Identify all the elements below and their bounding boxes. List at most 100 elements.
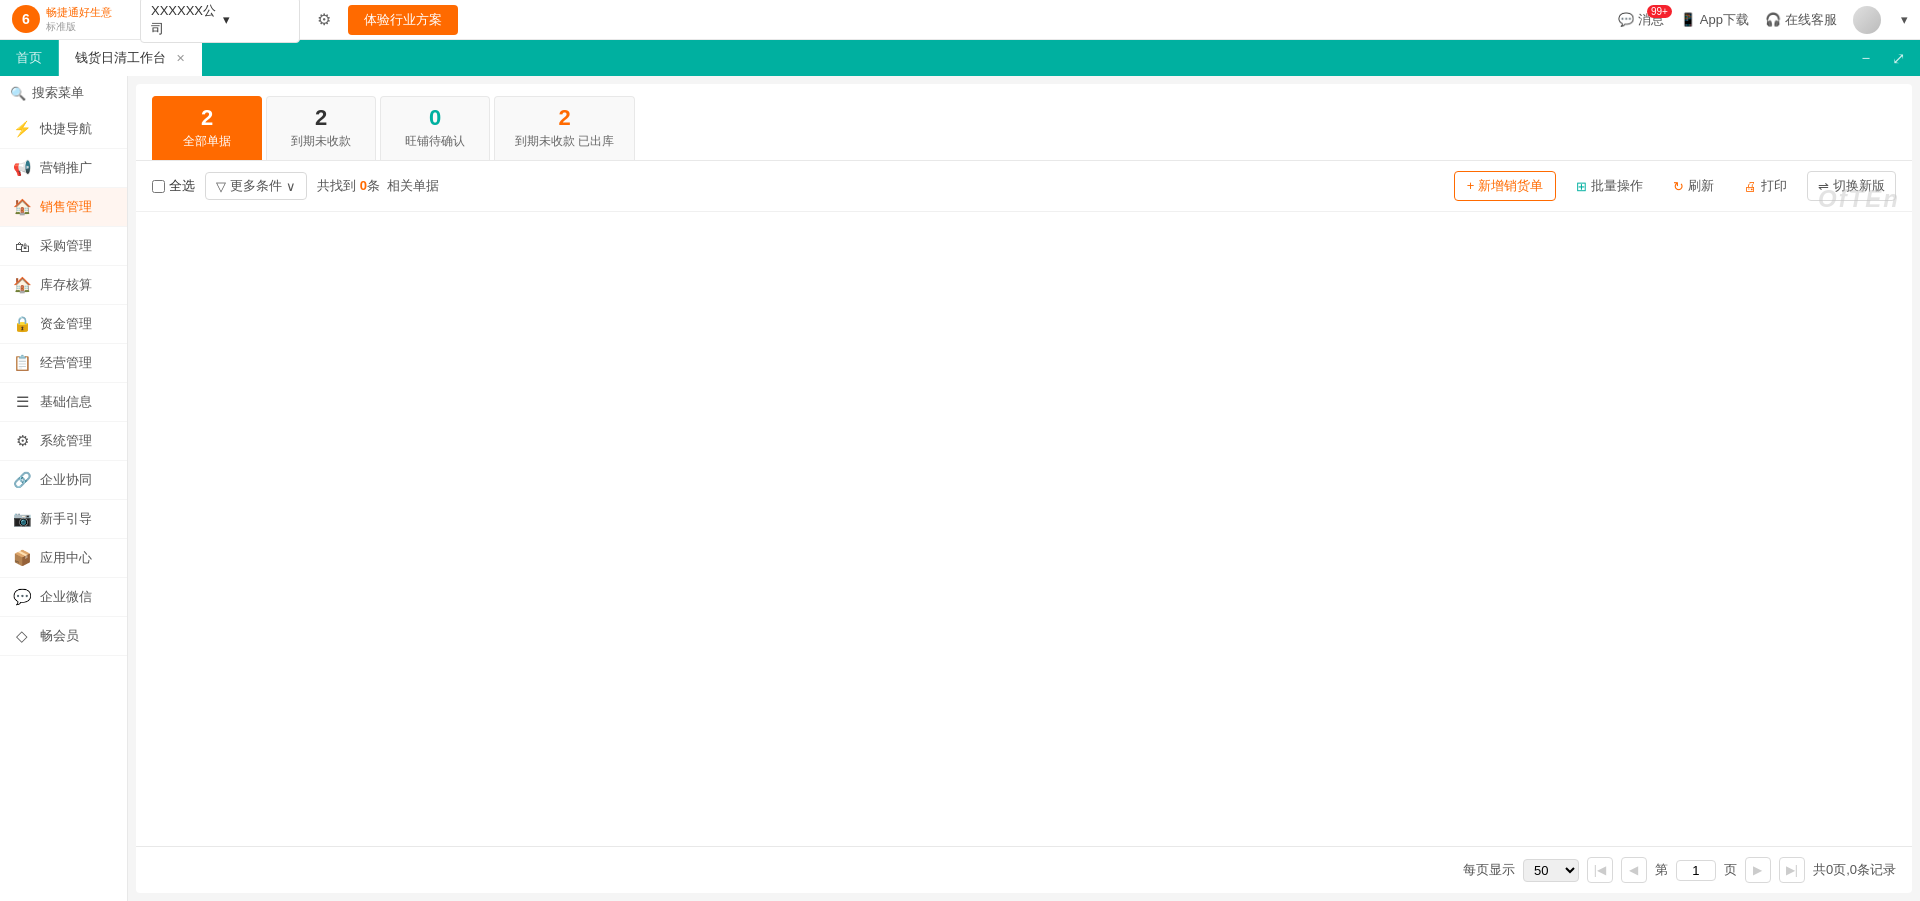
sidebar-item-wechat[interactable]: 💬 企业微信 bbox=[0, 578, 127, 617]
sidebar-search[interactable]: 🔍 搜索菜单 bbox=[0, 76, 127, 110]
status-tab-wangpu-count: 0 bbox=[429, 107, 441, 129]
select-all-text: 全选 bbox=[169, 177, 195, 195]
sidebar-item-label: 新手引导 bbox=[40, 510, 92, 528]
status-tab-shipped[interactable]: 2 到期未收款 已出库 bbox=[494, 96, 635, 160]
nav-tabs-actions: － ⤢ bbox=[1852, 40, 1920, 76]
message-icon: 💬 bbox=[1618, 12, 1634, 27]
status-tab-overdue-count: 2 bbox=[315, 107, 327, 129]
sidebar-item-label: 资金管理 bbox=[40, 315, 92, 333]
first-page-button[interactable]: |◀ bbox=[1587, 857, 1613, 883]
print-label: 打印 bbox=[1761, 177, 1787, 195]
sidebar-item-basic-info[interactable]: ☰ 基础信息 bbox=[0, 383, 127, 422]
tab-maximize-button[interactable]: ⤢ bbox=[1884, 44, 1912, 72]
header-right: 💬 消息 99+ 📱 App下载 🎧 在线客服 ▾ bbox=[1618, 6, 1908, 34]
per-page-label: 每页显示 bbox=[1463, 861, 1515, 879]
related-label: 相关单据 bbox=[387, 178, 439, 193]
sidebar-item-label: 销售管理 bbox=[40, 198, 92, 216]
app-center-icon: 📦 bbox=[12, 549, 32, 567]
tab-home[interactable]: 首页 bbox=[0, 40, 59, 76]
next-page-button[interactable]: ▶ bbox=[1745, 857, 1771, 883]
filter-button[interactable]: ▽ 更多条件 ∨ bbox=[205, 172, 307, 200]
per-page-select[interactable]: 50 10 20 100 bbox=[1523, 859, 1579, 882]
sidebar-item-finance[interactable]: 🔒 资金管理 bbox=[0, 305, 127, 344]
sidebar-item-label: 营销推广 bbox=[40, 159, 92, 177]
logo-area: 6 畅捷通好生意 标准版 bbox=[12, 5, 140, 33]
tab-workbench[interactable]: 钱货日清工作台 ✕ bbox=[59, 40, 202, 76]
sidebar-item-label: 系统管理 bbox=[40, 432, 92, 450]
filter-icon: ▽ bbox=[216, 179, 226, 194]
quick-nav-icon: ⚡ bbox=[12, 120, 32, 138]
company-selector[interactable]: XXXXXX公司 ▾ bbox=[140, 0, 300, 43]
settings-button[interactable]: ⚙ bbox=[308, 4, 340, 36]
search-icon: 🔍 bbox=[10, 86, 26, 101]
avatar[interactable] bbox=[1853, 6, 1881, 34]
print-button[interactable]: 🖨 打印 bbox=[1734, 172, 1797, 200]
status-tab-wangpu-label: 旺铺待确认 bbox=[405, 133, 465, 150]
sidebar-item-guide[interactable]: 📷 新手引导 bbox=[0, 500, 127, 539]
refresh-label: 刷新 bbox=[1688, 177, 1714, 195]
finance-icon: 🔒 bbox=[12, 315, 32, 333]
switch-label: 切换新版 bbox=[1833, 177, 1885, 195]
toolbar-left: 全选 ▽ 更多条件 ∨ 共找到 0条 相关单据 bbox=[152, 172, 1442, 200]
sidebar-item-app-center[interactable]: 📦 应用中心 bbox=[0, 539, 127, 578]
total-info: 共0页,0条记录 bbox=[1813, 861, 1896, 879]
dropdown-icon: ▾ bbox=[223, 12, 289, 27]
member-icon: ◇ bbox=[12, 627, 32, 645]
status-tab-shipped-label: 到期未收款 已出库 bbox=[515, 133, 614, 150]
user-name[interactable]: ▾ bbox=[1897, 12, 1908, 27]
top-header: 6 畅捷通好生意 标准版 XXXXXX公司 ▾ ⚙ 体验行业方案 💬 消息 99… bbox=[0, 0, 1920, 40]
filter-dropdown-icon: ∨ bbox=[286, 179, 296, 194]
trial-button[interactable]: 体验行业方案 bbox=[348, 5, 458, 35]
sidebar-item-marketing[interactable]: 📢 营销推广 bbox=[0, 149, 127, 188]
headset-icon: 🎧 bbox=[1765, 12, 1781, 27]
operations-icon: 📋 bbox=[12, 354, 32, 372]
select-all-label[interactable]: 全选 bbox=[152, 177, 195, 195]
batch-label: 批量操作 bbox=[1591, 177, 1643, 195]
print-icon: 🖨 bbox=[1744, 179, 1757, 194]
company-name: XXXXXX公司 bbox=[151, 2, 217, 38]
sidebar-item-label: 库存核算 bbox=[40, 276, 92, 294]
status-tab-wangpu[interactable]: 0 旺铺待确认 bbox=[380, 96, 490, 160]
batch-button[interactable]: ⊞ 批量操作 bbox=[1566, 172, 1653, 200]
sidebar-item-label: 企业微信 bbox=[40, 588, 92, 606]
content-inner: 2 全部单据 2 到期未收款 0 旺铺待确认 2 到期未收款 已出库 bbox=[136, 84, 1912, 893]
toolbar: 全选 ▽ 更多条件 ∨ 共找到 0条 相关单据 + 新增销货单 ⊞ bbox=[136, 161, 1912, 212]
page-input[interactable]: 1 bbox=[1676, 860, 1716, 881]
sidebar-item-purchase[interactable]: 🛍 采购管理 bbox=[0, 227, 127, 266]
status-tab-all[interactable]: 2 全部单据 bbox=[152, 96, 262, 160]
content-area: 2 全部单据 2 到期未收款 0 旺铺待确认 2 到期未收款 已出库 bbox=[128, 76, 1920, 901]
switch-version-button[interactable]: ⇌ 切换新版 bbox=[1807, 171, 1896, 201]
tab-minimize-button[interactable]: － bbox=[1852, 44, 1880, 72]
online-service-button[interactable]: 🎧 在线客服 bbox=[1765, 11, 1837, 29]
sidebar-item-label: 应用中心 bbox=[40, 549, 92, 567]
tab-workbench-close[interactable]: ✕ bbox=[176, 52, 185, 65]
sidebar-item-inventory[interactable]: 🏠 库存核算 bbox=[0, 266, 127, 305]
tab-workbench-label: 钱货日清工作台 bbox=[75, 49, 166, 67]
main-layout: 🔍 搜索菜单 ⚡ 快捷导航 📢 营销推广 🏠 销售管理 🛍 采购管理 🏠 库存核… bbox=[0, 76, 1920, 901]
system-icon: ⚙ bbox=[12, 432, 32, 450]
sidebar-item-quick-nav[interactable]: ⚡ 快捷导航 bbox=[0, 110, 127, 149]
enterprise-icon: 🔗 bbox=[12, 471, 32, 489]
sidebar-item-label: 基础信息 bbox=[40, 393, 92, 411]
app-name: 畅捷通好生意 bbox=[46, 5, 112, 19]
sidebar-item-system[interactable]: ⚙ 系统管理 bbox=[0, 422, 127, 461]
wechat-icon: 💬 bbox=[12, 588, 32, 606]
prev-page-button[interactable]: ◀ bbox=[1621, 857, 1647, 883]
batch-icon: ⊞ bbox=[1576, 179, 1587, 194]
sidebar-item-member[interactable]: ◇ 畅会员 bbox=[0, 617, 127, 656]
message-button[interactable]: 💬 消息 99+ bbox=[1618, 11, 1664, 29]
status-tab-overdue[interactable]: 2 到期未收款 bbox=[266, 96, 376, 160]
status-tab-all-count: 2 bbox=[201, 107, 213, 129]
sidebar-item-label: 企业协同 bbox=[40, 471, 92, 489]
refresh-button[interactable]: ↻ 刷新 bbox=[1663, 172, 1724, 200]
status-tabs: 2 全部单据 2 到期未收款 0 旺铺待确认 2 到期未收款 已出库 bbox=[136, 84, 1912, 161]
sidebar-item-operations[interactable]: 📋 经营管理 bbox=[0, 344, 127, 383]
status-tab-all-label: 全部单据 bbox=[183, 133, 231, 150]
sidebar-item-sales[interactable]: 🏠 销售管理 bbox=[0, 188, 127, 227]
add-sale-button[interactable]: + 新增销货单 bbox=[1454, 171, 1556, 201]
marketing-icon: 📢 bbox=[12, 159, 32, 177]
sidebar-item-enterprise[interactable]: 🔗 企业协同 bbox=[0, 461, 127, 500]
last-page-button[interactable]: ▶| bbox=[1779, 857, 1805, 883]
select-all-checkbox[interactable] bbox=[152, 180, 165, 193]
app-download-button[interactable]: 📱 App下载 bbox=[1680, 11, 1749, 29]
